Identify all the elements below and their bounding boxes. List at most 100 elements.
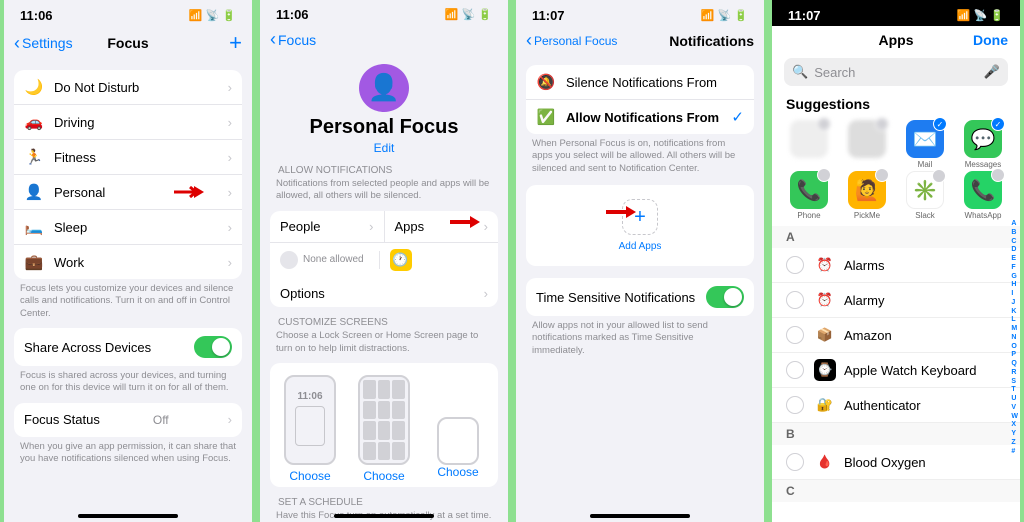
unselected-icon bbox=[817, 117, 831, 131]
row-fitness[interactable]: 🏃Fitness› bbox=[14, 140, 242, 175]
nav-bar: ‹Settings Focus + bbox=[4, 26, 252, 62]
row-silence[interactable]: 🔕Silence Notifications From bbox=[526, 65, 754, 100]
row-focus-status[interactable]: Focus StatusOff› bbox=[14, 403, 242, 437]
select-circle[interactable] bbox=[786, 326, 804, 344]
app-row[interactable]: ⌚Apple Watch Keyboard bbox=[772, 353, 1020, 388]
status-time: 11:06 bbox=[276, 7, 309, 22]
screen-apps-picker: 11:07 📶 📡 🔋 Apps Done 🔍 Search 🎤 Suggest… bbox=[768, 0, 1024, 522]
row-label: Share Across Devices bbox=[24, 340, 151, 355]
status-time: 11:06 bbox=[20, 8, 53, 23]
pointer-arrow-icon bbox=[604, 205, 638, 219]
app-row[interactable]: ⏰Alarms bbox=[772, 248, 1020, 283]
app-row[interactable]: 📦Amazon bbox=[772, 318, 1020, 353]
app-icon bbox=[790, 120, 828, 158]
footer-text: When you give an app permission, it can … bbox=[4, 437, 252, 466]
app-blurred[interactable] bbox=[780, 120, 838, 169]
app-pickme[interactable]: 🙋PickMe bbox=[838, 171, 896, 220]
select-circle[interactable] bbox=[786, 256, 804, 274]
app-blurred[interactable] bbox=[838, 120, 896, 169]
chevron-right-icon: › bbox=[228, 412, 232, 427]
screen-personal-focus: 11:06 📶 📡 🔋 ‹Focus 👤 Personal Focus Edit… bbox=[256, 0, 512, 522]
app-row-label: Blood Oxygen bbox=[844, 455, 926, 470]
back-button[interactable]: ‹Personal Focus bbox=[526, 30, 617, 51]
done-button[interactable]: Done bbox=[973, 32, 1008, 48]
row-sleep[interactable]: 🛏️Sleep› bbox=[14, 210, 242, 245]
apps-cell[interactable]: Apps › bbox=[385, 211, 499, 242]
row-share[interactable]: Share Across Devices bbox=[14, 328, 242, 366]
app-whatsapp[interactable]: 📞WhatsApp bbox=[954, 171, 1012, 220]
status-group: Focus StatusOff› bbox=[14, 403, 242, 437]
home-indicator[interactable] bbox=[78, 514, 178, 518]
row-options[interactable]: Options› bbox=[270, 277, 498, 308]
row-label: Sleep bbox=[54, 220, 87, 235]
alarm-icon: ⏰ bbox=[814, 254, 836, 276]
mic-icon: 🎤 bbox=[984, 64, 1000, 80]
row-time-sensitive[interactable]: Time Sensitive Notifications bbox=[526, 278, 754, 316]
app-label: WhatsApp bbox=[965, 211, 1002, 220]
people-sub: None allowed bbox=[280, 251, 380, 269]
status-bar: 11:06 📶 📡 🔋 bbox=[260, 0, 508, 25]
auth-icon: 🔐 bbox=[814, 394, 836, 416]
chevron-right-icon: › bbox=[228, 220, 232, 235]
screens-row: 11:06 Choose Choose Choose bbox=[270, 363, 498, 487]
row-label: Personal bbox=[54, 185, 105, 200]
home-indicator[interactable] bbox=[590, 514, 690, 518]
app-slack[interactable]: ✳️Slack bbox=[896, 171, 954, 220]
status-bar: 11:07 📶 📡 🔋 bbox=[516, 0, 764, 26]
suggestions-grid: ✉️✓Mail 💬✓Messages 📞Phone 🙋PickMe ✳️Slac… bbox=[772, 118, 1020, 226]
select-circle[interactable] bbox=[786, 396, 804, 414]
lock-screen-card[interactable]: 11:06 Choose bbox=[276, 375, 344, 483]
search-field[interactable]: 🔍 Search 🎤 bbox=[784, 58, 1008, 86]
unselected-icon bbox=[991, 168, 1005, 182]
row-value: Off bbox=[153, 413, 169, 427]
toggle-time-sensitive[interactable] bbox=[706, 286, 744, 308]
status-indicators: 📶 📡 🔋 bbox=[701, 9, 748, 22]
app-row[interactable]: ⏰Alarmy bbox=[772, 283, 1020, 318]
toggle-share[interactable] bbox=[194, 336, 232, 358]
clock-app-icon: 🕐 bbox=[390, 249, 412, 271]
edit-link[interactable]: Edit bbox=[260, 141, 508, 155]
focus-title: Personal Focus bbox=[260, 116, 508, 139]
app-row[interactable]: 🩸Blood Oxygen bbox=[772, 445, 1020, 480]
app-label bbox=[808, 160, 810, 169]
add-apps-box[interactable]: + Add Apps bbox=[526, 185, 754, 266]
focus-list: 🌙Do Not Disturb› 🚗Driving› 🏃Fitness› 👤Pe… bbox=[14, 70, 242, 279]
choose-link[interactable]: Choose bbox=[363, 469, 404, 483]
section-sub: Choose a Lock Screen or Home Screen page… bbox=[260, 330, 508, 355]
choose-link[interactable]: Choose bbox=[437, 465, 478, 479]
row-label: Options bbox=[280, 286, 325, 301]
mail-icon: ✉️✓ bbox=[906, 120, 944, 158]
people-cell[interactable]: People› bbox=[270, 211, 385, 242]
app-phone[interactable]: 📞Phone bbox=[780, 171, 838, 220]
app-messages[interactable]: 💬✓Messages bbox=[954, 120, 1012, 169]
choose-link[interactable]: Choose bbox=[289, 469, 330, 483]
section-c: C bbox=[772, 480, 1020, 502]
status-indicators: 📶 📡 🔋 bbox=[445, 8, 492, 21]
select-circle[interactable] bbox=[786, 453, 804, 471]
sub-row: None allowed 🕐 bbox=[270, 242, 498, 277]
footer-text: Focus lets you customize your devices an… bbox=[4, 279, 252, 320]
back-button[interactable]: ‹Settings bbox=[14, 33, 73, 54]
people-apps-row: People› Apps › bbox=[270, 211, 498, 242]
row-driving[interactable]: 🚗Driving› bbox=[14, 105, 242, 140]
row-work[interactable]: 💼Work› bbox=[14, 245, 242, 279]
home-screen-card[interactable]: Choose bbox=[350, 375, 418, 483]
select-circle[interactable] bbox=[786, 361, 804, 379]
messages-icon: 💬✓ bbox=[964, 120, 1002, 158]
nav-bar: ‹Focus bbox=[260, 25, 508, 55]
home-indicator[interactable] bbox=[334, 514, 434, 518]
section-sub: Notifications from selected people and a… bbox=[260, 178, 508, 203]
row-allow[interactable]: ✅Allow Notifications From✓ bbox=[526, 100, 754, 134]
app-label bbox=[866, 160, 868, 169]
row-personal[interactable]: 👤Personal › bbox=[14, 175, 242, 210]
add-button[interactable]: + bbox=[229, 30, 242, 56]
select-circle[interactable] bbox=[786, 291, 804, 309]
app-mail[interactable]: ✉️✓Mail bbox=[896, 120, 954, 169]
slack-icon: ✳️ bbox=[906, 171, 944, 209]
back-label: Focus bbox=[278, 32, 316, 48]
watch-card[interactable]: Choose bbox=[424, 375, 492, 483]
alpha-index[interactable]: ABCDEFGHIJKLMNOPQRSTUVWXYZ# bbox=[1011, 220, 1018, 456]
back-button[interactable]: ‹Focus bbox=[270, 29, 316, 50]
app-row[interactable]: 🔐Authenticator bbox=[772, 388, 1020, 423]
row-dnd[interactable]: 🌙Do Not Disturb› bbox=[14, 70, 242, 105]
